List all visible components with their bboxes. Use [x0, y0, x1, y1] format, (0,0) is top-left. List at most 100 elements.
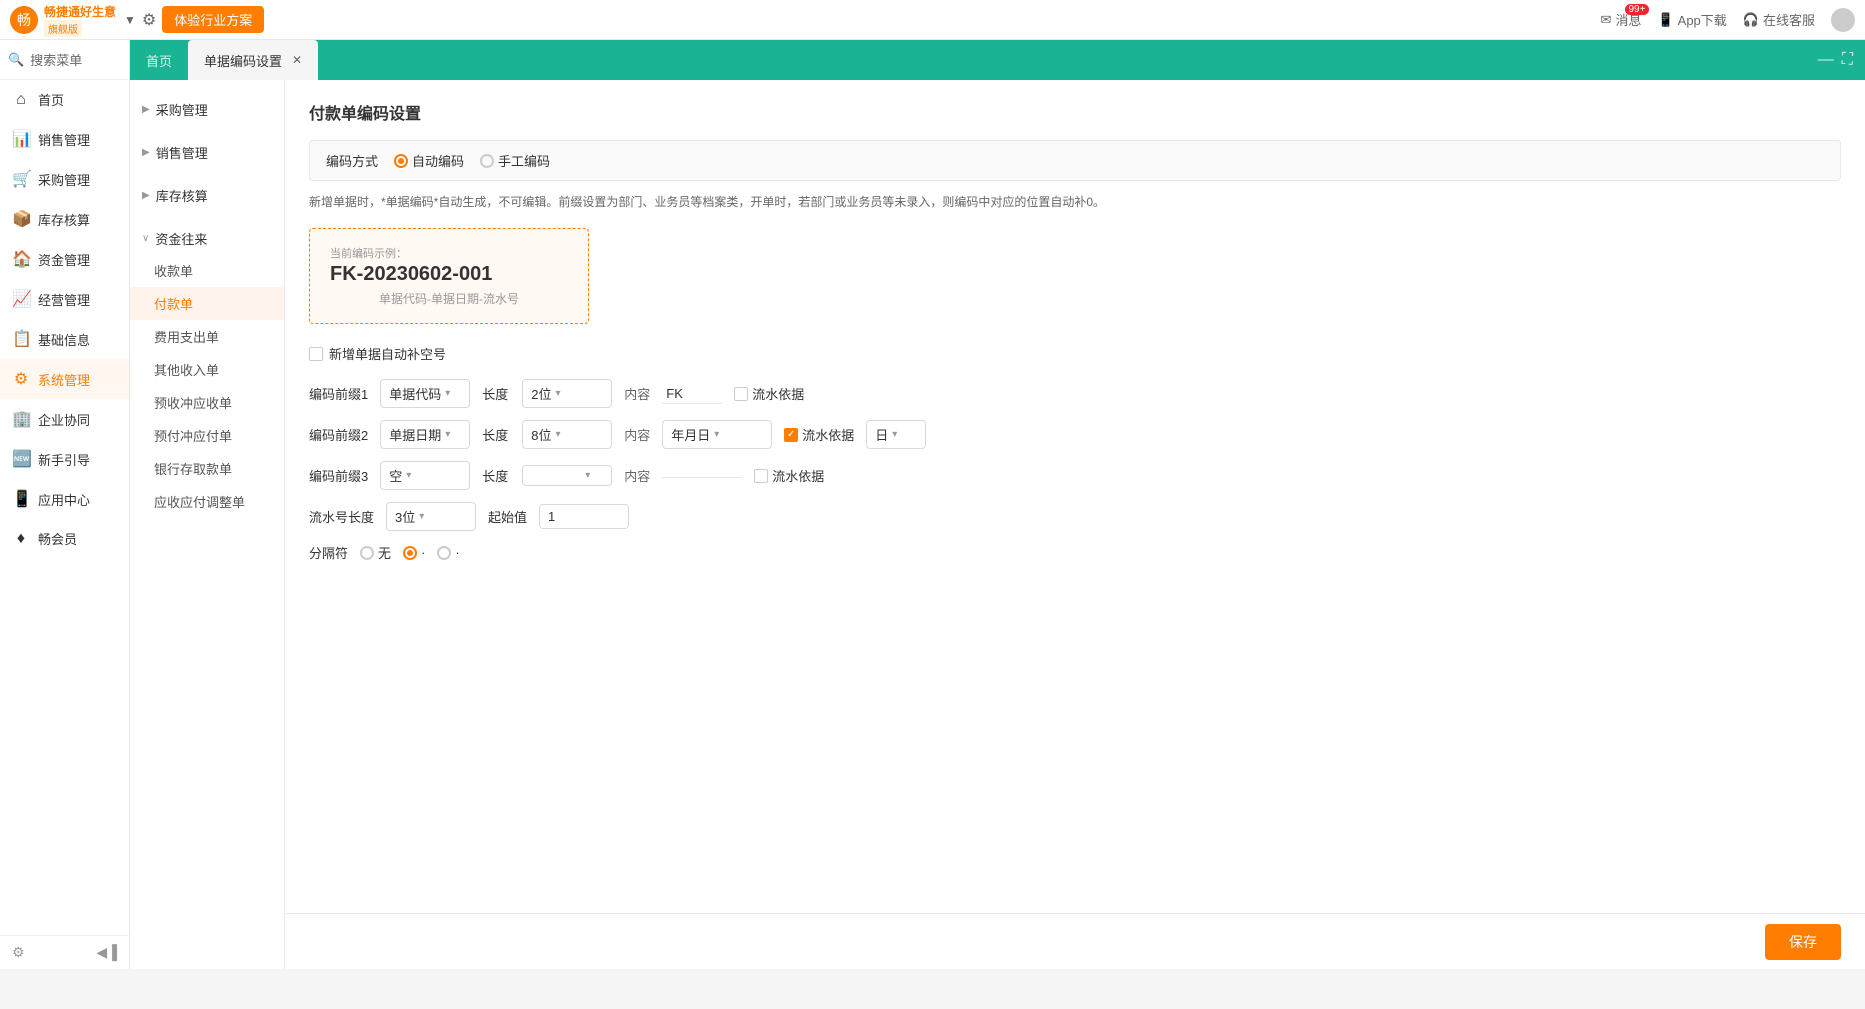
- auto-code-radio-circle: [394, 154, 408, 168]
- inventory-icon: 📦: [12, 209, 30, 229]
- service-button[interactable]: 🎧 在线客服: [1743, 10, 1815, 29]
- topbar-dropdown-arrow: ▼: [124, 13, 136, 27]
- topbar-nav: ▼ ⚙ 体验行业方案: [124, 6, 264, 33]
- basic-icon: 📋: [12, 329, 30, 349]
- settings-icon[interactable]: ⚙: [142, 10, 156, 30]
- submenu-item-bank-deposit[interactable]: 银行存取款单: [130, 452, 284, 485]
- length2-select[interactable]: 8位 ▾: [522, 420, 612, 449]
- prefix2-select[interactable]: 单据日期 ▾: [380, 420, 470, 449]
- separator-dot-radio[interactable]: ·: [403, 545, 425, 560]
- serial1-label: 流水依据: [752, 384, 804, 403]
- content3-label: 内容: [624, 466, 650, 485]
- separator-dash-circle: [437, 546, 451, 560]
- prefix3-select[interactable]: 空 ▾: [380, 461, 470, 490]
- tab-home[interactable]: 首页: [130, 40, 188, 80]
- operation-icon: 📈: [12, 289, 30, 309]
- tab-code-settings[interactable]: 单据编码设置 ✕: [188, 40, 318, 80]
- submenu-header-purchase[interactable]: ▶ 采购管理: [130, 94, 284, 125]
- chevron-right-icon: ▶: [142, 104, 150, 115]
- serial1-checkbox-row: 流水依据: [734, 384, 804, 403]
- info-text: 新增单据时，*单据编码*自动生成，不可编辑。前缀设置为部门、业务员等档案类，开单…: [309, 193, 1841, 212]
- separator-dash-radio[interactable]: ·: [437, 545, 459, 560]
- auto-fill-checkbox-row[interactable]: 新增单据自动补空号: [309, 344, 1841, 363]
- sidebar-item-system[interactable]: ⚙ 系统管理: [0, 359, 129, 399]
- sidebar-item-inventory[interactable]: 📦 库存核算: [0, 199, 129, 239]
- chevron-down-icon: ▾: [406, 470, 411, 481]
- serial-start-input[interactable]: [539, 504, 629, 529]
- submenu-header-inventory[interactable]: ▶ 库存核算: [130, 180, 284, 211]
- collapse-icon[interactable]: ◀▐: [96, 944, 117, 961]
- sidebar-item-basic[interactable]: 📋 基础信息: [0, 319, 129, 359]
- submenu-item-receipt[interactable]: 收款单: [130, 254, 284, 287]
- tab-bar: 首页 单据编码设置 ✕ — ⛶: [130, 40, 1865, 80]
- save-button[interactable]: 保存: [1765, 924, 1841, 960]
- tab-close-icon[interactable]: ✕: [292, 53, 302, 67]
- submenu-item-ap-adjust[interactable]: 应收应付调整单: [130, 485, 284, 518]
- submenu-item-other-income[interactable]: 其他收入单: [130, 353, 284, 386]
- chevron-right-icon: ▶: [142, 190, 150, 201]
- serial1-checkbox[interactable]: [734, 387, 748, 401]
- submenu-header-finance[interactable]: ∨ 资金往来: [130, 223, 284, 254]
- prefix3-label: 编码前缀3: [309, 466, 368, 485]
- chevron-down-icon: ▾: [555, 388, 560, 399]
- sidebar-item-home[interactable]: ⌂ 首页: [0, 80, 129, 119]
- enterprise-icon: 🏢: [12, 409, 30, 429]
- prefix1-select[interactable]: 单据代码 ▾: [380, 379, 470, 408]
- prefix-row-2: 编码前缀2 单据日期 ▾ 长度 8位 ▾ 内容 年月日: [309, 420, 1841, 449]
- content: ▶ 采购管理 ▶ 销售管理 ▶ 库存核算: [130, 80, 1865, 969]
- sidebar-item-member[interactable]: ♦ 畅会员: [0, 519, 129, 558]
- sub-menu: ▶ 采购管理 ▶ 销售管理 ▶ 库存核算: [130, 80, 285, 969]
- serial2-unit-select[interactable]: 日 ▾: [866, 420, 926, 449]
- chevron-down-icon: ▾: [585, 470, 590, 481]
- app-download-button[interactable]: 📱 App下载: [1657, 10, 1726, 29]
- message-badge: 99+: [1625, 4, 1650, 15]
- serial3-checkbox[interactable]: [754, 469, 768, 483]
- sidebar-item-guide[interactable]: 🆕 新手引导: [0, 439, 129, 479]
- sales-icon: 📊: [12, 129, 30, 149]
- sidebar-item-apps[interactable]: 📱 应用中心: [0, 479, 129, 519]
- submenu-group-inventory: ▶ 库存核算: [130, 174, 284, 217]
- submenu-item-prepay-payment[interactable]: 预付冲应付单: [130, 419, 284, 452]
- solution-button[interactable]: 体验行业方案: [162, 6, 264, 33]
- page-title: 付款单编码设置: [309, 100, 1841, 124]
- sidebar-item-sales[interactable]: 📊 销售管理: [0, 119, 129, 159]
- sidebar: 🔍 搜索菜单 ⌂ 首页 📊 销售管理 🛒 采购管理 📦 库存核算 🏠 资金管理 …: [0, 40, 130, 969]
- phone-icon: 📱: [1657, 12, 1673, 28]
- tab-minimize-icon[interactable]: —: [1818, 51, 1834, 69]
- chevron-down-icon: ▾: [714, 429, 719, 440]
- serial2-checkbox[interactable]: ✓: [784, 428, 798, 442]
- serial-start-label: 起始值: [488, 507, 527, 526]
- separator-dot-circle: [403, 546, 417, 560]
- message-button[interactable]: ✉ 消息 99+: [1601, 10, 1642, 29]
- topbar: 畅 畅捷通好生意 旗舰版 ▼ ⚙ 体验行业方案 ✉ 消息 99+ 📱 App下载…: [0, 0, 1865, 40]
- separator-none-radio[interactable]: 无: [360, 543, 391, 562]
- code-preview-main: FK-20230602-001: [330, 263, 568, 286]
- length1-select[interactable]: 2位 ▾: [522, 379, 612, 408]
- length3-select[interactable]: ▾: [522, 465, 612, 486]
- manual-code-radio-circle: [480, 154, 494, 168]
- tab-maximize-icon[interactable]: ⛶: [1842, 51, 1853, 69]
- sidebar-item-purchase[interactable]: 🛒 采购管理: [0, 159, 129, 199]
- sidebar-item-enterprise[interactable]: 🏢 企业协同: [0, 399, 129, 439]
- topbar-right: ✉ 消息 99+ 📱 App下载 🎧 在线客服: [1601, 8, 1855, 32]
- auto-code-radio[interactable]: 自动编码: [394, 151, 464, 170]
- submenu-item-prepay-receipt[interactable]: 预收冲应收单: [130, 386, 284, 419]
- auto-fill-checkbox[interactable]: [309, 347, 323, 361]
- sidebar-item-finance[interactable]: 🏠 资金管理: [0, 239, 129, 279]
- chevron-down-icon: ▾: [445, 388, 450, 399]
- finance-icon: 🏠: [12, 249, 30, 269]
- sidebar-item-operation[interactable]: 📈 经营管理: [0, 279, 129, 319]
- topbar-dropdown[interactable]: ▼: [124, 13, 136, 27]
- settings-bottom-icon[interactable]: ⚙: [12, 944, 25, 961]
- submenu-item-payment[interactable]: 付款单: [130, 287, 284, 320]
- footer-bar: 保存: [285, 913, 1865, 969]
- manual-code-radio[interactable]: 手工编码: [480, 151, 550, 170]
- content2-select[interactable]: 年月日 ▾: [662, 420, 772, 449]
- serial-length-select[interactable]: 3位 ▾: [386, 502, 476, 531]
- submenu-item-expense[interactable]: 费用支出单: [130, 320, 284, 353]
- submenu-header-sales[interactable]: ▶ 销售管理: [130, 137, 284, 168]
- sidebar-search[interactable]: 🔍 搜索菜单: [0, 40, 129, 80]
- code-mode-label: 编码方式: [326, 151, 378, 170]
- user-avatar[interactable]: [1831, 8, 1855, 32]
- submenu-group-purchase: ▶ 采购管理: [130, 88, 284, 131]
